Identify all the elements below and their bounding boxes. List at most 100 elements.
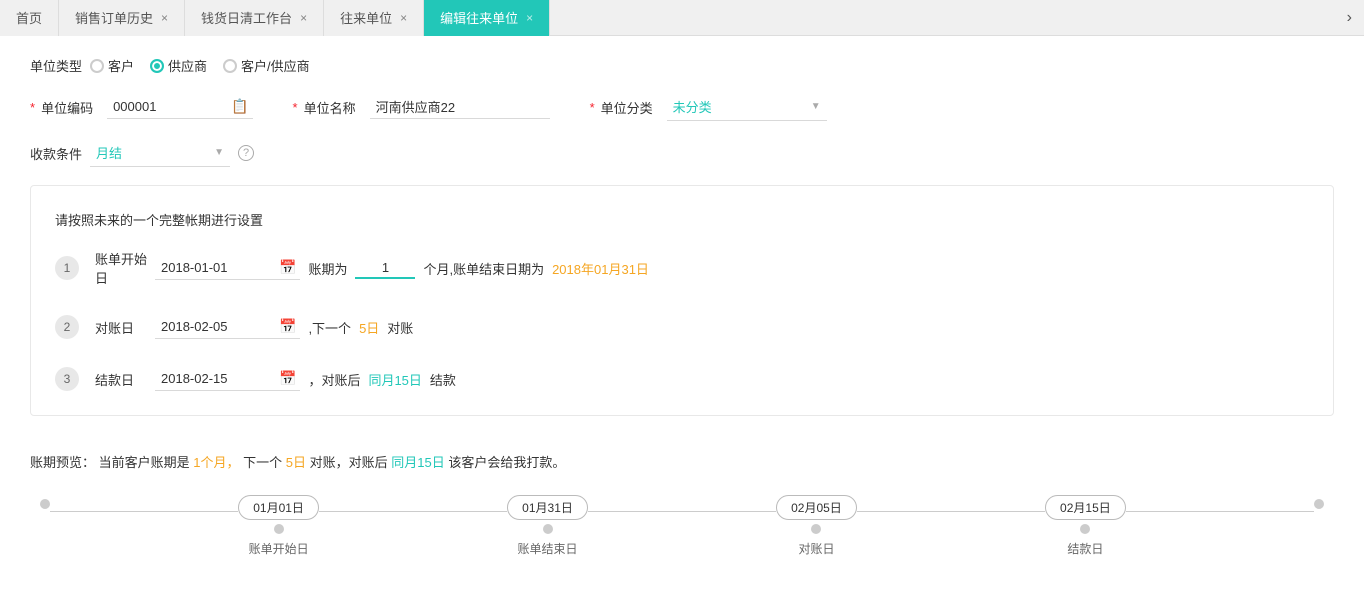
unit-type-label: 单位类型: [30, 56, 82, 75]
timeline-dot-3: [811, 524, 821, 534]
payment-row: 收款条件 月结 ▼ ?: [30, 139, 1334, 167]
timeline-dot-1: [274, 524, 284, 534]
preview-text-mid2: 对账，对账后: [310, 455, 388, 470]
tab-home[interactable]: 首页: [0, 0, 59, 36]
timeline: 01月01日 账单开始日 01月31日 账单结束日 02月05日 对账日: [30, 495, 1334, 557]
tab-partner-unit[interactable]: 往来单位 ×: [324, 0, 424, 36]
payment-help-icon[interactable]: ?: [238, 145, 254, 161]
payment-day-content: 📅 ，对账后 同月15日 结款: [155, 367, 456, 391]
preview-text-mid: 下一个: [243, 455, 282, 470]
timeline-pill-4: 02月15日: [1045, 495, 1126, 520]
unit-code-label: 单位编码: [41, 98, 93, 117]
preview-highlight3: 同月15日: [391, 455, 444, 470]
billing-period-suffix: 个月,账单结束日期为: [423, 259, 544, 278]
reconcile-prefix: ,下一个: [308, 318, 351, 337]
payment-value: 月结: [96, 143, 210, 162]
tab-sales-history[interactable]: 销售订单历史 ×: [59, 0, 185, 36]
preview-highlight2: 5日: [286, 455, 306, 470]
timeline-node-3: 02月05日 对账日: [776, 495, 857, 557]
account-period-section: 请按照未来的一个完整帐期进行设置 1 账单开始日 📅 账期为 个月,账单结束日期…: [30, 185, 1334, 416]
timeline-pill-3: 02月05日: [776, 495, 857, 520]
unit-code-input[interactable]: [107, 95, 227, 118]
payment-day-calendar-icon[interactable]: 📅: [275, 370, 300, 387]
timeline-connector-2: [588, 511, 776, 512]
reconcile-row: 2 对账日 📅 ,下一个 5日 对账: [55, 315, 1309, 339]
unit-name-required-star: *: [293, 100, 298, 115]
tab-bar: 首页 销售订单历史 × 钱货日清工作台 × 往来单位 × 编辑往来单位 × ›: [0, 0, 1364, 36]
billing-period-input[interactable]: [355, 258, 415, 279]
radio-circle-supplier: [150, 59, 164, 73]
timeline-node-4: 02月15日 结款日: [1045, 495, 1126, 557]
timeline-label-1: 账单开始日: [249, 540, 309, 557]
unit-category-value: 未分类: [673, 97, 807, 116]
row-num-2: 2: [55, 315, 79, 339]
reconcile-content: 📅 ,下一个 5日 对账: [155, 315, 413, 339]
unit-code-copy-icon[interactable]: 📋: [227, 98, 252, 115]
main-content: 单位类型 客户 供应商 客户/供应商 * 单位编码 📋: [0, 36, 1364, 608]
timeline-pill-2: 01月31日: [507, 495, 588, 520]
radio-customer[interactable]: 客户: [90, 56, 134, 75]
section-title: 请按照未来的一个完整帐期进行设置: [55, 210, 1309, 229]
reconcile-day-highlight: 5日: [359, 318, 379, 337]
close-tab-partner-unit[interactable]: ×: [400, 11, 407, 25]
unit-category-required-star: *: [590, 100, 595, 115]
unit-name-label: 单位名称: [304, 98, 356, 117]
tab-edit-partner[interactable]: 编辑往来单位 ×: [424, 0, 550, 36]
close-tab-edit-partner[interactable]: ×: [526, 11, 533, 25]
tab-more-button[interactable]: ›: [1335, 9, 1364, 27]
timeline-pill-1: 01月01日: [238, 495, 319, 520]
unit-category-dropdown[interactable]: 未分类 ▼: [667, 93, 827, 121]
radio-circle-customer: [90, 59, 104, 73]
payment-day-date-wrapper: 📅: [155, 367, 300, 391]
timeline-end-dot: [1314, 499, 1324, 509]
billing-start-date-wrapper: 📅: [155, 256, 300, 280]
preview-text-after: 该客户会给我打款。: [448, 455, 565, 470]
row-num-3: 3: [55, 367, 79, 391]
unit-type-radio-group: 客户 供应商 客户/供应商: [90, 56, 310, 75]
payment-day-row: 3 结款日 📅 ，对账后 同月15日 结款: [55, 367, 1309, 391]
unit-category-label: 单位分类: [601, 98, 653, 117]
payment-day-highlight: 同月15日: [368, 370, 421, 389]
billing-period-label: 账期为: [308, 259, 347, 278]
timeline-start-node: [40, 495, 50, 509]
payment-arrow-icon: ▼: [214, 147, 224, 158]
timeline-end-node: [1314, 495, 1324, 509]
reconcile-label: 对账日: [95, 318, 155, 337]
radio-both[interactable]: 客户/供应商: [223, 56, 310, 75]
payment-day-prefix: ，对账后: [308, 370, 360, 389]
timeline-connector-0: [50, 511, 238, 512]
billing-start-calendar-icon[interactable]: 📅: [275, 259, 300, 276]
tab-cash-work[interactable]: 钱货日清工作台 ×: [185, 0, 324, 36]
billing-start-content: 📅 账期为 个月,账单结束日期为 2018年01月31日: [155, 256, 649, 280]
timeline-label-4: 结款日: [1067, 540, 1103, 557]
payment-label: 收款条件: [30, 144, 82, 163]
unit-code-input-wrapper: 📋: [107, 95, 252, 119]
billing-start-label: 账单开始日: [95, 249, 155, 287]
close-tab-sales-history[interactable]: ×: [161, 11, 168, 25]
timeline-connector-4: [1126, 511, 1314, 512]
reconcile-suffix: 对账: [387, 318, 413, 337]
unit-info-row: * 单位编码 📋 * 单位名称 * 单位分类 未分类 ▼: [30, 93, 1334, 121]
timeline-node-1: 01月01日 账单开始日: [238, 495, 319, 557]
preview-section: 账期预览： 当前客户账期是 1个月， 下一个 5日 对账，对账后 同月15日 该…: [30, 436, 1334, 557]
payment-dropdown[interactable]: 月结 ▼: [90, 139, 230, 167]
unit-name-input[interactable]: [370, 95, 550, 119]
timeline-start-dot: [40, 499, 50, 509]
unit-category-arrow-icon: ▼: [811, 101, 821, 112]
reconcile-date-wrapper: 📅: [155, 315, 300, 339]
reconcile-calendar-icon[interactable]: 📅: [275, 318, 300, 335]
radio-supplier[interactable]: 供应商: [150, 56, 207, 75]
reconcile-date-input[interactable]: [155, 315, 275, 338]
unit-type-row: 单位类型 客户 供应商 客户/供应商: [30, 56, 1334, 75]
billing-start-row: 1 账单开始日 📅 账期为 个月,账单结束日期为 2018年01月31日: [55, 249, 1309, 287]
radio-circle-both: [223, 59, 237, 73]
row-num-1: 1: [55, 256, 79, 280]
timeline-label-3: 对账日: [798, 540, 834, 557]
unit-code-required-star: *: [30, 100, 35, 115]
billing-start-date-input[interactable]: [155, 256, 275, 279]
preview-highlight1: 1个月，: [193, 455, 239, 470]
payment-day-date-input[interactable]: [155, 367, 275, 390]
close-tab-cash-work[interactable]: ×: [300, 11, 307, 25]
billing-end-date-highlight: 2018年01月31日: [552, 259, 649, 278]
payment-day-label: 结款日: [95, 370, 155, 389]
